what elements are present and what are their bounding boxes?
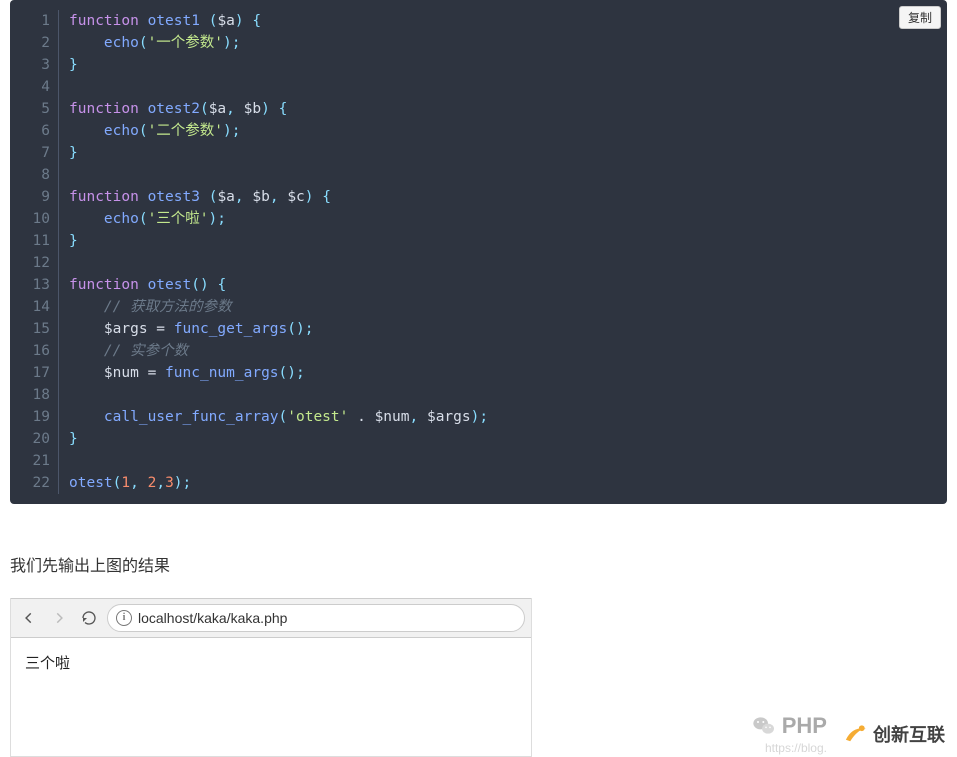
code-content	[59, 164, 78, 186]
line-number: 8	[10, 164, 59, 186]
code-content: echo('一个参数');	[59, 32, 241, 54]
copy-button[interactable]: 复制	[899, 6, 941, 29]
url-bar[interactable]: i localhost/kaka/kaka.php	[107, 604, 525, 632]
line-number: 22	[10, 472, 59, 494]
brand-swoosh-icon	[843, 721, 869, 747]
forward-button[interactable]	[47, 606, 71, 630]
code-line: 16 // 实参个数	[10, 340, 947, 362]
code-line: 14 // 获取方法的参数	[10, 296, 947, 318]
line-number: 15	[10, 318, 59, 340]
line-number: 20	[10, 428, 59, 450]
code-line: 9function otest3 ($a, $b, $c) {	[10, 186, 947, 208]
code-line: 10 echo('三个啦');	[10, 208, 947, 230]
code-line: 6 echo('二个参数');	[10, 120, 947, 142]
code-content: }	[59, 54, 78, 76]
code-content: }	[59, 428, 78, 450]
code-line: 21	[10, 450, 947, 472]
code-line: 13function otest() {	[10, 274, 947, 296]
code-content: function otest2($a, $b) {	[59, 98, 287, 120]
brand-logo: 创新互联	[843, 721, 945, 747]
line-number: 17	[10, 362, 59, 384]
code-block: 复制 1function otest1 ($a) {2 echo('一个参数')…	[10, 0, 947, 504]
line-number: 5	[10, 98, 59, 120]
line-number: 12	[10, 252, 59, 274]
code-content: function otest() {	[59, 274, 226, 296]
page-output: 三个啦	[25, 655, 70, 672]
code-content: }	[59, 142, 78, 164]
code-content: call_user_func_array('otest' . $num, $ar…	[59, 406, 488, 428]
article-text: 我们先输出上图的结果	[0, 514, 957, 590]
line-number: 21	[10, 450, 59, 472]
code-content: otest(1, 2,3);	[59, 472, 191, 494]
line-number: 13	[10, 274, 59, 296]
code-line: 20}	[10, 428, 947, 450]
line-number: 14	[10, 296, 59, 318]
code-content: echo('二个参数');	[59, 120, 241, 142]
code-content: // 实参个数	[59, 340, 188, 362]
code-line: 17 $num = func_num_args();	[10, 362, 947, 384]
code-content	[59, 252, 78, 274]
watermark-php: PHP	[752, 713, 827, 739]
code-line: 12	[10, 252, 947, 274]
code-line: 11}	[10, 230, 947, 252]
code-line: 1function otest1 ($a) {	[10, 10, 947, 32]
reload-button[interactable]	[77, 606, 101, 630]
code-line: 2 echo('一个参数');	[10, 32, 947, 54]
code-line: 22otest(1, 2,3);	[10, 472, 947, 494]
watermark-label: PHP	[782, 713, 827, 739]
line-number: 11	[10, 230, 59, 252]
code-line: 4	[10, 76, 947, 98]
code-content: $num = func_num_args();	[59, 362, 305, 384]
code-content: // 获取方法的参数	[59, 296, 232, 318]
code-content	[59, 384, 78, 406]
code-line: 15 $args = func_get_args();	[10, 318, 947, 340]
code-content	[59, 450, 78, 472]
code-line: 5function otest2($a, $b) {	[10, 98, 947, 120]
browser-toolbar: i localhost/kaka/kaka.php	[11, 598, 531, 638]
brand-text: 创新互联	[873, 721, 945, 747]
browser-screenshot: i localhost/kaka/kaka.php 三个啦	[10, 598, 532, 757]
wechat-icon	[752, 714, 776, 738]
browser-viewport: 三个啦	[11, 638, 531, 756]
line-number: 4	[10, 76, 59, 98]
code-content	[59, 76, 78, 98]
site-info-icon[interactable]: i	[116, 610, 132, 626]
code-line: 8	[10, 164, 947, 186]
code-line: 7}	[10, 142, 947, 164]
line-number: 7	[10, 142, 59, 164]
line-number: 3	[10, 54, 59, 76]
code-content: $args = func_get_args();	[59, 318, 313, 340]
code-content: echo('三个啦');	[59, 208, 226, 230]
code-content: function otest3 ($a, $b, $c) {	[59, 186, 331, 208]
back-button[interactable]	[17, 606, 41, 630]
line-number: 16	[10, 340, 59, 362]
code-line: 18	[10, 384, 947, 406]
line-number: 18	[10, 384, 59, 406]
line-number: 10	[10, 208, 59, 230]
line-number: 19	[10, 406, 59, 428]
code-content: function otest1 ($a) {	[59, 10, 261, 32]
code-line: 3}	[10, 54, 947, 76]
line-number: 9	[10, 186, 59, 208]
code-content: }	[59, 230, 78, 252]
url-text: localhost/kaka/kaka.php	[138, 610, 287, 626]
watermark-url: https://blog.	[765, 741, 827, 755]
line-number: 6	[10, 120, 59, 142]
line-number: 1	[10, 10, 59, 32]
line-number: 2	[10, 32, 59, 54]
code-line: 19 call_user_func_array('otest' . $num, …	[10, 406, 947, 428]
